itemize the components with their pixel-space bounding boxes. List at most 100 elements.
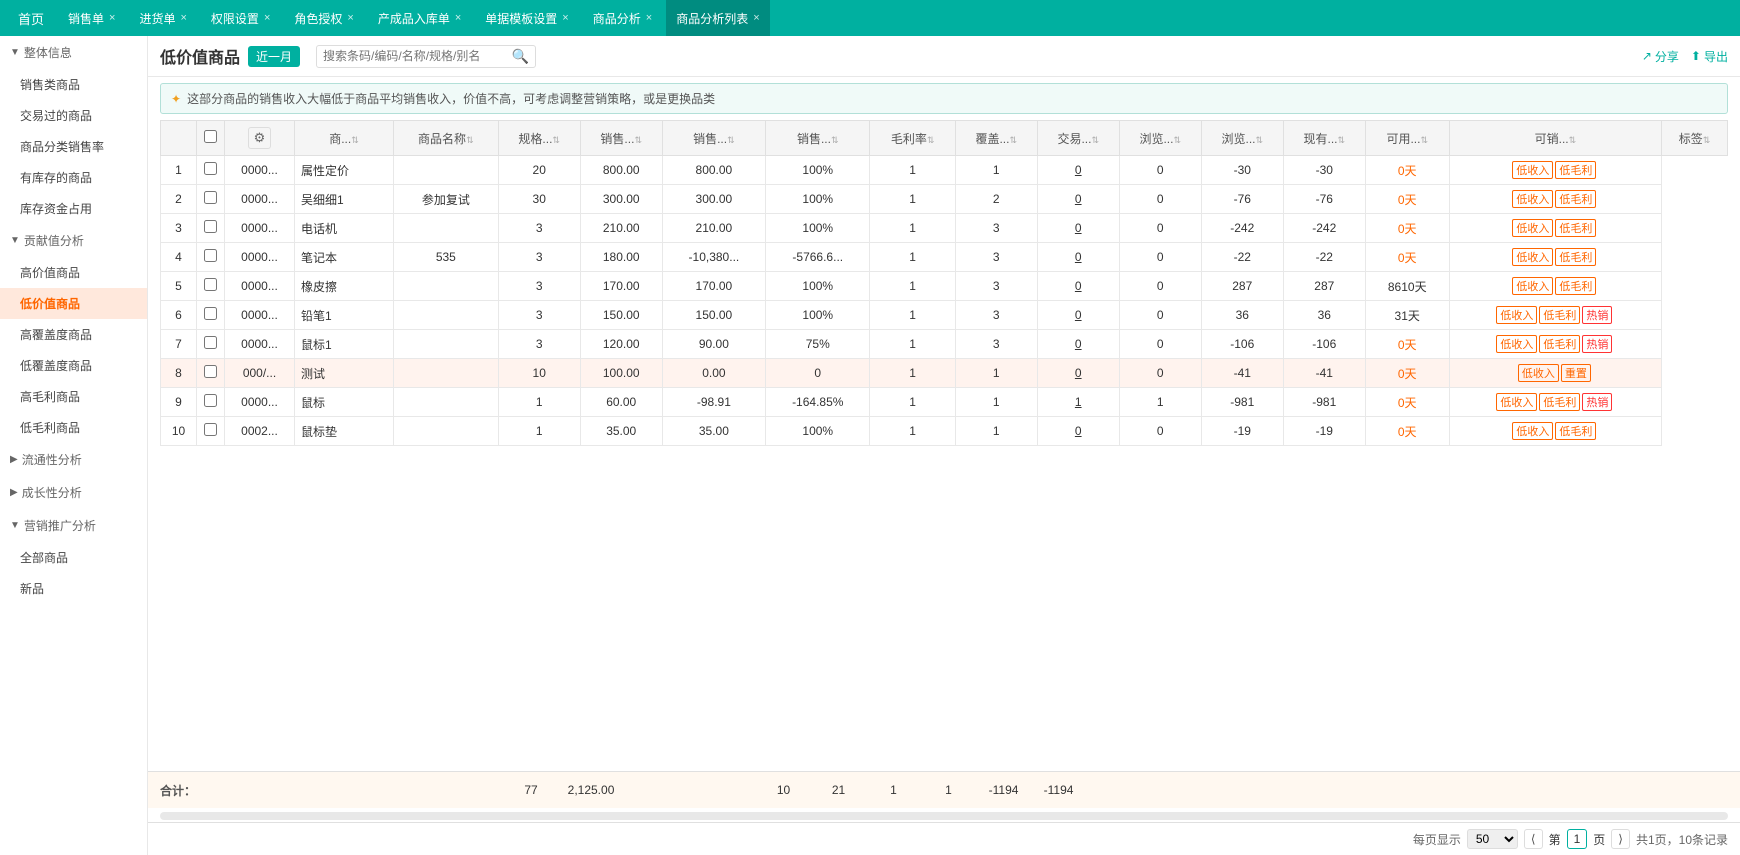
th-tags[interactable]: 标签⇅: [1662, 121, 1728, 156]
view-link[interactable]: 0: [1075, 424, 1082, 438]
sidebar-item-traded-products[interactable]: 交易过的商品: [0, 100, 147, 131]
export-button[interactable]: ⬆ 导出: [1691, 48, 1728, 65]
summary-amt: 2,125.00: [556, 778, 626, 802]
row-check: [197, 243, 225, 272]
nav-permission-settings[interactable]: 权限设置 ×: [201, 0, 280, 36]
th-gross-margin[interactable]: 毛利率⇅: [870, 121, 955, 156]
nav-purchase-order[interactable]: 进货单 ×: [129, 0, 196, 36]
sidebar-section-growth[interactable]: ▶ 成长性分析: [0, 476, 147, 509]
sidebar-item-high-margin[interactable]: 高毛利商品: [0, 381, 147, 412]
nav-home[interactable]: 首页: [8, 0, 54, 36]
th-sellable-days[interactable]: 可销...⇅: [1449, 121, 1661, 156]
close-icon[interactable]: ×: [562, 12, 568, 24]
sidebar-section-contribution[interactable]: ▼ 贡献值分析: [0, 224, 147, 257]
row-view2: 0: [1119, 301, 1201, 330]
th-sales-qty[interactable]: 销售...⇅: [580, 121, 662, 156]
nav-role-auth[interactable]: 角色授权 ×: [284, 0, 363, 36]
table-row: 7 0000... 鼠标1 3 120.00 90.00 75% 1 3 0 0…: [161, 330, 1728, 359]
row-checkbox[interactable]: [204, 220, 217, 233]
horizontal-scrollbar[interactable]: [160, 812, 1728, 820]
th-available[interactable]: 可用...⇅: [1365, 121, 1449, 156]
close-icon[interactable]: ×: [347, 12, 353, 24]
th-view1[interactable]: 浏览...⇅: [1119, 121, 1201, 156]
nav-template-settings[interactable]: 单据模板设置 ×: [475, 0, 578, 36]
view-link[interactable]: 0: [1075, 250, 1082, 264]
first-page-button[interactable]: ⟨: [1524, 829, 1543, 849]
close-icon[interactable]: ×: [180, 12, 186, 24]
row-avg: 170.00: [662, 272, 765, 301]
sidebar-item-sales-products[interactable]: 销售类商品: [0, 69, 147, 100]
view-link[interactable]: 0: [1075, 337, 1082, 351]
gear-button[interactable]: ⚙: [248, 127, 272, 149]
sidebar-item-low-coverage[interactable]: 低覆盖度商品: [0, 350, 147, 381]
row-checkbox[interactable]: [204, 249, 217, 262]
period-button[interactable]: 近一月: [248, 46, 300, 67]
sidebar-section-circulation[interactable]: ▶ 流通性分析: [0, 443, 147, 476]
th-spec[interactable]: 规格...⇅: [498, 121, 580, 156]
view-link[interactable]: 0: [1075, 366, 1082, 380]
close-icon[interactable]: ×: [109, 12, 115, 24]
nav-sales-order[interactable]: 销售单 ×: [58, 0, 125, 36]
sidebar-item-category-sales-rate[interactable]: 商品分类销售率: [0, 131, 147, 162]
sidebar-section-overall[interactable]: ▼ 整体信息: [0, 36, 147, 69]
view-link[interactable]: 1: [1075, 395, 1082, 409]
row-checkbox[interactable]: [204, 423, 217, 436]
close-icon[interactable]: ×: [264, 12, 270, 24]
row-spec: [393, 272, 498, 301]
row-tags: 低收入低毛利热销: [1449, 330, 1661, 359]
nav-product-inbound[interactable]: 产成品入库单 ×: [368, 0, 471, 36]
chevron-right-icon: ▶: [10, 454, 18, 465]
view-link[interactable]: 0: [1075, 308, 1082, 322]
sidebar-item-low-margin[interactable]: 低毛利商品: [0, 412, 147, 443]
row-checkbox[interactable]: [204, 394, 217, 407]
search-input[interactable]: [323, 49, 512, 63]
sidebar-item-high-value[interactable]: 高价值商品: [0, 257, 147, 288]
th-trade[interactable]: 交易...⇅: [1037, 121, 1119, 156]
tag-badge: 低收入: [1512, 161, 1553, 179]
view-link[interactable]: 0: [1075, 192, 1082, 206]
close-icon[interactable]: ×: [646, 12, 652, 24]
row-checkbox[interactable]: [204, 278, 217, 291]
view-link[interactable]: 0: [1075, 163, 1082, 177]
next-page-button[interactable]: ⟩: [1611, 829, 1630, 849]
sidebar-item-inventory-capital[interactable]: 库存资金占用: [0, 193, 147, 224]
sidebar-item-high-coverage[interactable]: 高覆盖度商品: [0, 319, 147, 350]
nav-product-analysis[interactable]: 商品分析 ×: [583, 0, 662, 36]
th-sales-amt[interactable]: 销售...⇅: [662, 121, 765, 156]
row-checkbox[interactable]: [204, 191, 217, 204]
th-product-code[interactable]: 商...⇅: [295, 121, 394, 156]
search-icon[interactable]: 🔍: [512, 48, 529, 65]
sidebar-item-new-products[interactable]: 新品: [0, 573, 147, 604]
view-link[interactable]: 0: [1075, 279, 1082, 293]
th-coverage[interactable]: 覆盖...⇅: [955, 121, 1037, 156]
view-link[interactable]: 0: [1075, 221, 1082, 235]
row-amt: 180.00: [580, 243, 662, 272]
sidebar-item-all-products[interactable]: 全部商品: [0, 542, 147, 573]
pagination-bar: 每页显示 50 100 200 ⟨ 第 1 页 ⟩ 共1页，10条记录: [148, 822, 1740, 855]
close-icon[interactable]: ×: [753, 12, 759, 24]
th-product-name[interactable]: 商品名称⇅: [393, 121, 498, 156]
sidebar-item-in-stock-products[interactable]: 有库存的商品: [0, 162, 147, 193]
row-checkbox[interactable]: [204, 162, 217, 175]
table-row: 4 0000... 笔记本 535 3 180.00 -10,380... -5…: [161, 243, 1728, 272]
row-view2: 0: [1119, 272, 1201, 301]
row-avg: -10,380...: [662, 243, 765, 272]
sidebar-section-marketing[interactable]: ▼ 营销推广分析: [0, 509, 147, 542]
th-view2[interactable]: 浏览...⇅: [1201, 121, 1283, 156]
row-selldays: 0天: [1365, 417, 1449, 446]
page-size-select[interactable]: 50 100 200: [1467, 829, 1518, 849]
row-checkbox[interactable]: [204, 336, 217, 349]
row-name: 鼠标垫: [295, 417, 394, 446]
th-code[interactable]: ⚙: [225, 121, 295, 156]
row-checkbox[interactable]: [204, 307, 217, 320]
sidebar-item-low-value[interactable]: 低价值商品: [0, 288, 147, 319]
select-all-checkbox[interactable]: [204, 130, 217, 143]
row-checkbox[interactable]: [204, 365, 217, 378]
th-sales-avg[interactable]: 销售...⇅: [766, 121, 870, 156]
row-cover: 1: [870, 243, 955, 272]
close-icon[interactable]: ×: [455, 12, 461, 24]
row-check: [197, 214, 225, 243]
th-current-stock[interactable]: 现有...⇅: [1283, 121, 1365, 156]
share-button[interactable]: ↗ 分享: [1642, 48, 1679, 65]
nav-product-analysis-list[interactable]: 商品分析列表 ×: [666, 0, 769, 36]
